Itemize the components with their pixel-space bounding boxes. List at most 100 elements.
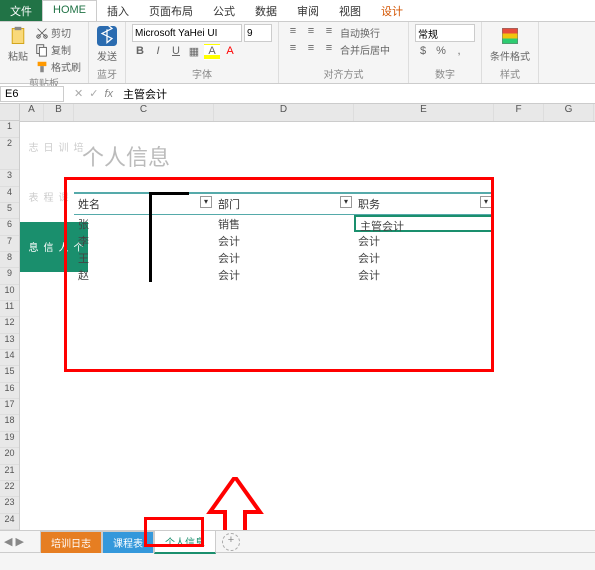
currency-button[interactable]: $ — [415, 44, 431, 60]
cell[interactable]: 会计 — [354, 266, 494, 283]
row-header[interactable]: 5 — [0, 203, 19, 219]
cut-button[interactable]: 剪切 — [34, 24, 82, 41]
tab-insert[interactable]: 插入 — [97, 0, 139, 21]
cell[interactable]: 王 — [74, 249, 214, 266]
col-header[interactable]: E — [354, 104, 494, 121]
sheet-tab-course[interactable]: 课程表 — [102, 531, 154, 553]
cell[interactable]: 会计 — [214, 232, 354, 249]
merge-button[interactable]: 合并后居中 — [339, 41, 391, 58]
number-format-select[interactable] — [415, 24, 475, 42]
cell[interactable]: 李 — [74, 232, 214, 249]
row-header[interactable]: 4 — [0, 187, 19, 203]
row-header[interactable]: 16 — [0, 383, 19, 399]
cell[interactable]: 会计 — [354, 232, 494, 249]
confirm-icon[interactable]: ✓ — [89, 87, 98, 100]
col-header[interactable]: B — [44, 104, 74, 121]
copy-label: 复制 — [51, 42, 71, 57]
cell[interactable]: 张 — [74, 215, 214, 232]
ribbon-tabs: 文件 HOME 插入 页面布局 公式 数据 审阅 视图 设计 — [0, 0, 595, 22]
filter-role-button[interactable]: ▾ — [480, 196, 492, 208]
paste-label: 粘贴 — [8, 48, 28, 63]
tab-view[interactable]: 视图 — [329, 0, 371, 21]
row-header[interactable]: 21 — [0, 465, 19, 481]
font-color-button[interactable]: A — [222, 44, 238, 60]
row-header[interactable]: 20 — [0, 448, 19, 464]
underline-button[interactable]: U — [168, 44, 184, 60]
row-header[interactable]: 13 — [0, 334, 19, 350]
row-header[interactable]: 11 — [0, 301, 19, 317]
row-header[interactable]: 19 — [0, 432, 19, 448]
select-all-corner[interactable] — [0, 104, 19, 121]
sheet-tab-training[interactable]: 培训日志 — [40, 531, 102, 553]
row-header[interactable]: 14 — [0, 350, 19, 366]
percent-button[interactable]: % — [433, 44, 449, 60]
name-box[interactable] — [0, 86, 64, 102]
bluetooth-button[interactable]: 发送 — [95, 24, 119, 65]
col-header[interactable]: A — [20, 104, 44, 121]
paste-button[interactable]: 粘贴 — [6, 24, 30, 65]
border-button[interactable]: ▦ — [186, 44, 202, 60]
align-left-button[interactable]: ≡ — [285, 41, 301, 57]
vtab-course[interactable]: 课程表 — [20, 172, 73, 222]
fill-color-button[interactable]: A — [204, 44, 220, 60]
row-header[interactable]: 17 — [0, 399, 19, 415]
tab-data[interactable]: 数据 — [245, 0, 287, 21]
row-header[interactable]: 10 — [0, 285, 19, 301]
cell[interactable]: 销售 — [214, 215, 354, 232]
row-header[interactable]: 2 — [0, 138, 19, 171]
row-header[interactable]: 15 — [0, 366, 19, 382]
sheet-nav[interactable]: ◀ ▶ — [4, 535, 24, 548]
col-header[interactable]: F — [494, 104, 544, 121]
table-row: 李 会计 会计 — [74, 232, 494, 249]
copy-button[interactable]: 复制 — [34, 41, 82, 58]
filter-name-button[interactable]: ▾ — [200, 196, 212, 208]
row-header[interactable]: 22 — [0, 481, 19, 497]
row-header[interactable]: 6 — [0, 219, 19, 235]
row-header[interactable]: 8 — [0, 252, 19, 268]
sheet-tab-personal[interactable]: 个人信息 — [154, 530, 216, 554]
annotation-arrow-icon — [205, 477, 265, 530]
tab-layout[interactable]: 页面布局 — [139, 0, 203, 21]
row-header[interactable]: 12 — [0, 317, 19, 333]
col-header[interactable]: D — [214, 104, 354, 121]
tab-design[interactable]: 设计 — [371, 0, 413, 21]
bold-button[interactable]: B — [132, 44, 148, 60]
row-header[interactable]: 7 — [0, 236, 19, 252]
tab-review[interactable]: 审阅 — [287, 0, 329, 21]
font-size-select[interactable] — [244, 24, 272, 42]
cond-format-button[interactable]: 条件格式 — [488, 24, 532, 65]
col-header[interactable]: C — [74, 104, 214, 121]
cell[interactable]: 赵 — [74, 266, 214, 283]
cell[interactable]: 会计 — [214, 266, 354, 283]
wrap-button[interactable]: 自动换行 — [339, 24, 381, 41]
row-header[interactable]: 18 — [0, 415, 19, 431]
row-header[interactable]: 1 — [0, 121, 19, 137]
formula-input[interactable] — [119, 87, 269, 101]
comma-button[interactable]: , — [451, 44, 467, 60]
align-center-button[interactable]: ≡ — [303, 41, 319, 57]
active-cell[interactable]: 主管会计 — [354, 215, 494, 232]
fx-icon[interactable]: fx — [104, 88, 113, 100]
cell[interactable]: 会计 — [354, 249, 494, 266]
font-name-select[interactable] — [132, 24, 242, 42]
italic-button[interactable]: I — [150, 44, 166, 60]
styles-group-label: 样式 — [488, 66, 532, 81]
align-right-button[interactable]: ≡ — [321, 41, 337, 57]
new-sheet-button[interactable]: + — [222, 533, 240, 551]
cancel-icon[interactable]: ✕ — [74, 87, 83, 100]
tab-home[interactable]: HOME — [42, 0, 97, 21]
align-mid-button[interactable]: ≡ — [303, 24, 319, 40]
row-header[interactable]: 23 — [0, 497, 19, 513]
align-bot-button[interactable]: ≡ — [321, 24, 337, 40]
filter-dept-button[interactable]: ▾ — [340, 196, 352, 208]
tab-file[interactable]: 文件 — [0, 0, 42, 21]
row-header[interactable]: 24 — [0, 514, 19, 530]
cell[interactable]: 会计 — [214, 249, 354, 266]
row-header[interactable]: 3 — [0, 170, 19, 186]
col-header[interactable]: G — [544, 104, 594, 121]
scissors-icon — [35, 26, 49, 40]
row-header[interactable]: 9 — [0, 268, 19, 284]
tab-formula[interactable]: 公式 — [203, 0, 245, 21]
align-top-button[interactable]: ≡ — [285, 24, 301, 40]
format-painter-button[interactable]: 格式刷 — [34, 58, 82, 75]
